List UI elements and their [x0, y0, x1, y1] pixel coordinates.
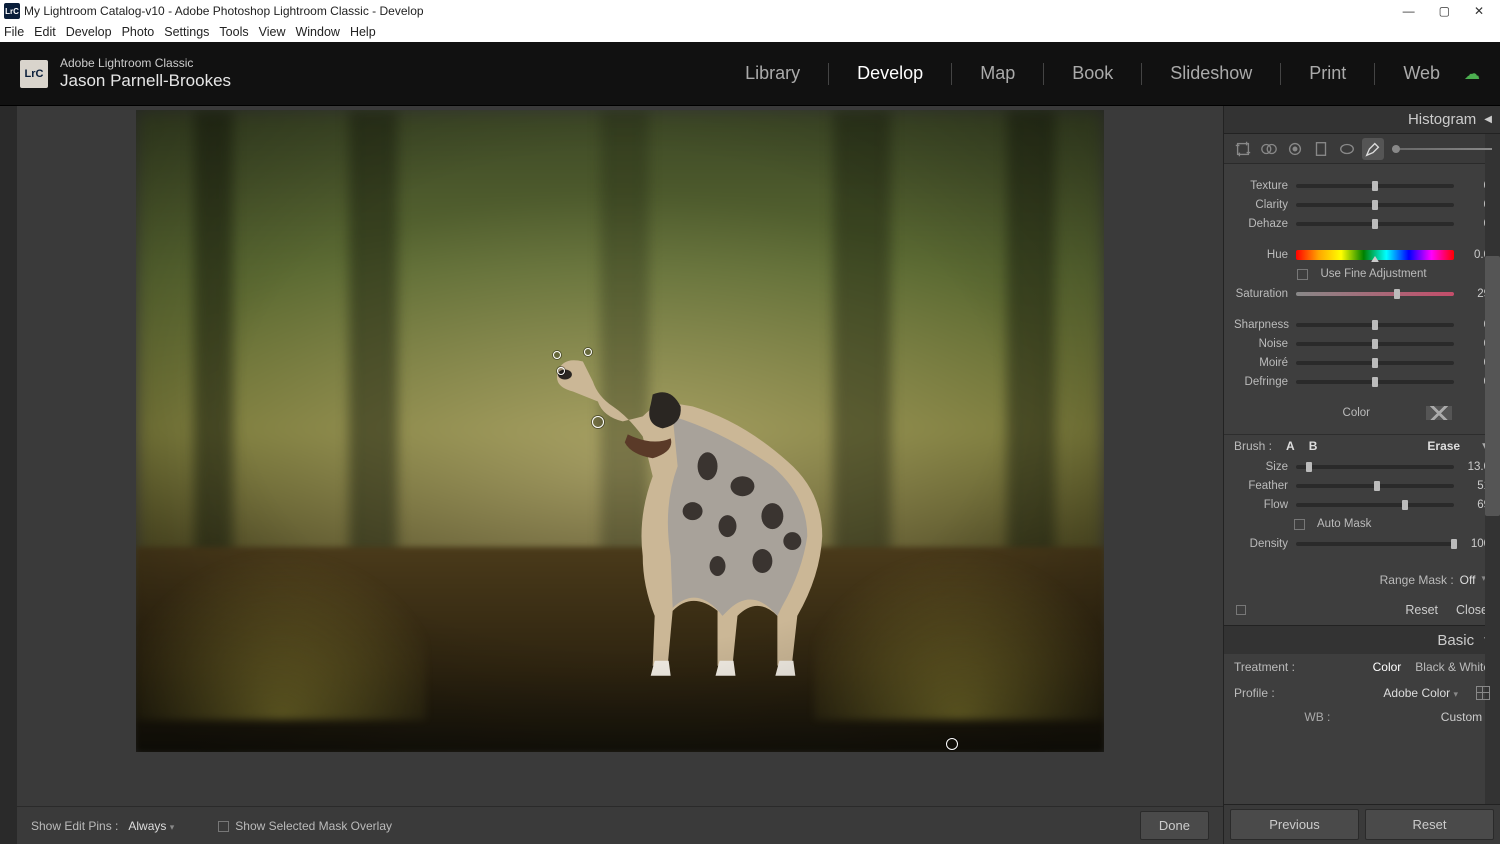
treatment-label: Treatment :	[1234, 660, 1295, 674]
menu-photo[interactable]: Photo	[122, 25, 155, 39]
menu-edit[interactable]: Edit	[34, 25, 56, 39]
slider-moire[interactable]: Moiré0	[1224, 353, 1500, 372]
maximize-button[interactable]: ▢	[1439, 4, 1450, 18]
user-name: Jason Parnell-Brookes	[60, 71, 231, 91]
module-print[interactable]: Print	[1303, 63, 1352, 84]
collapse-icon: ◀	[1484, 114, 1492, 125]
spot-removal-icon[interactable]	[1258, 138, 1280, 160]
panel-toggle-icon[interactable]	[1236, 605, 1246, 615]
wb-row[interactable]: WB : Custom ▾	[1224, 706, 1500, 728]
previous-button[interactable]: Previous	[1230, 809, 1359, 840]
window-title: My Lightroom Catalog-v10 - Adobe Photosh…	[24, 4, 424, 18]
image-canvas[interactable]	[17, 106, 1223, 806]
panel-scrollbar-thumb[interactable]	[1485, 256, 1500, 516]
slider-feather[interactable]: Feather51	[1224, 476, 1500, 495]
module-web[interactable]: Web	[1397, 63, 1446, 84]
profile-browser-icon[interactable]	[1476, 686, 1490, 700]
adjustment-pin[interactable]	[592, 416, 604, 428]
adjustment-pin[interactable]	[553, 351, 561, 359]
slider-texture[interactable]: Texture0	[1224, 176, 1500, 195]
module-library[interactable]: Library	[739, 63, 806, 84]
slider-density[interactable]: Density100	[1224, 534, 1500, 553]
slider-noise[interactable]: Noise0	[1224, 334, 1500, 353]
photo-preview[interactable]	[136, 110, 1104, 752]
redeye-tool-icon[interactable]	[1284, 138, 1306, 160]
brush-a[interactable]: A	[1286, 439, 1295, 453]
slider-saturation[interactable]: Saturation29	[1224, 284, 1500, 303]
app-badge-icon: LrC	[4, 3, 20, 19]
radial-filter-icon[interactable]	[1336, 138, 1358, 160]
slider-clarity[interactable]: Clarity0	[1224, 195, 1500, 214]
brush-mode-bar: Brush : A B Erase ▼	[1224, 434, 1500, 457]
exposure-strip[interactable]	[1392, 148, 1492, 150]
brush-b[interactable]: B	[1309, 439, 1318, 453]
graduated-filter-icon[interactable]	[1310, 138, 1332, 160]
basic-header[interactable]: Basic▼	[1224, 626, 1500, 654]
slider-defringe[interactable]: Defringe0	[1224, 372, 1500, 391]
menu-settings[interactable]: Settings	[164, 25, 209, 39]
menu-help[interactable]: Help	[350, 25, 376, 39]
menu-window[interactable]: Window	[295, 25, 339, 39]
color-swatch-row[interactable]: Color	[1224, 403, 1500, 422]
slider-dehaze[interactable]: Dehaze0	[1224, 214, 1500, 233]
slider-flow[interactable]: Flow69	[1224, 495, 1500, 514]
profile-row[interactable]: Profile : Adobe Color ▾	[1224, 680, 1500, 706]
show-edit-pins-value[interactable]: Always ▾	[128, 819, 174, 833]
show-edit-pins-label: Show Edit Pins :	[31, 819, 118, 833]
local-adjustment-tools	[1224, 134, 1500, 164]
crop-tool-icon[interactable]	[1232, 138, 1254, 160]
adjustment-pin-active[interactable]	[946, 738, 958, 750]
window-titlebar: LrC My Lightroom Catalog-v10 - Adobe Pho…	[0, 0, 1500, 22]
adjustment-pin[interactable]	[584, 348, 592, 356]
brush-reset-button[interactable]: Reset	[1405, 603, 1438, 617]
module-develop[interactable]: Develop	[851, 63, 929, 84]
range-mask[interactable]: Range Mask :Off▾	[1224, 565, 1500, 595]
menu-tools[interactable]: Tools	[219, 25, 248, 39]
identity-plate: Adobe Lightroom Classic Jason Parnell-Br…	[60, 56, 231, 91]
product-name: Adobe Lightroom Classic	[60, 56, 231, 70]
slider-sharpness[interactable]: Sharpness0	[1224, 315, 1500, 334]
lrc-logo-icon: LrC	[20, 60, 48, 88]
histogram-header[interactable]: Histogram◀	[1224, 106, 1500, 134]
nav-buttons: Previous Reset	[1224, 804, 1500, 844]
auto-mask-checkbox[interactable]: Auto Mask	[1224, 514, 1500, 534]
module-slideshow[interactable]: Slideshow	[1164, 63, 1258, 84]
use-fine-adjustment[interactable]: Use Fine Adjustment	[1224, 264, 1500, 284]
treatment-color[interactable]: Color	[1373, 660, 1402, 674]
brush-label: Brush :	[1234, 439, 1272, 453]
module-map[interactable]: Map	[974, 63, 1021, 84]
color-swatch[interactable]	[1426, 406, 1452, 420]
done-button[interactable]: Done	[1140, 811, 1209, 840]
menu-view[interactable]: View	[259, 25, 286, 39]
reset-button[interactable]: Reset	[1365, 809, 1494, 840]
minimize-button[interactable]: —	[1403, 4, 1415, 18]
left-panel-collapsed[interactable]	[0, 106, 17, 844]
menu-bar: File Edit Develop Photo Settings Tools V…	[0, 22, 1500, 42]
adjustment-brush-icon[interactable]	[1362, 138, 1384, 160]
menu-file[interactable]: File	[4, 25, 24, 39]
right-panel: Histogram◀ Texture0 Clarity0 Dehaze0 Hue…	[1223, 106, 1500, 844]
treatment-bw[interactable]: Black & White	[1415, 660, 1490, 674]
slider-size[interactable]: Size13.0	[1224, 457, 1500, 476]
menu-develop[interactable]: Develop	[66, 25, 112, 39]
adjustment-pin[interactable]	[557, 367, 565, 375]
slider-hue[interactable]: Hue0.0	[1224, 245, 1500, 264]
brush-close-button[interactable]: Close	[1456, 603, 1488, 617]
brush-erase[interactable]: Erase	[1427, 439, 1460, 453]
show-mask-overlay-checkbox[interactable]: Show Selected Mask Overlay	[218, 819, 392, 833]
module-tabs: Library Develop Map Book Slideshow Print…	[739, 63, 1446, 85]
window-controls: — ▢ ✕	[1403, 4, 1496, 18]
module-bar: LrC Adobe Lightroom Classic Jason Parnel…	[0, 42, 1500, 106]
close-button[interactable]: ✕	[1474, 4, 1484, 18]
treatment-row: Treatment : Color Black & White	[1224, 654, 1500, 680]
cloud-sync-icon[interactable]: ☁	[1464, 64, 1480, 84]
reset-close-bar: Reset Close	[1224, 595, 1500, 626]
module-book[interactable]: Book	[1066, 63, 1119, 84]
canvas-toolbar: Show Edit Pins : Always ▾ Show Selected …	[17, 806, 1223, 844]
